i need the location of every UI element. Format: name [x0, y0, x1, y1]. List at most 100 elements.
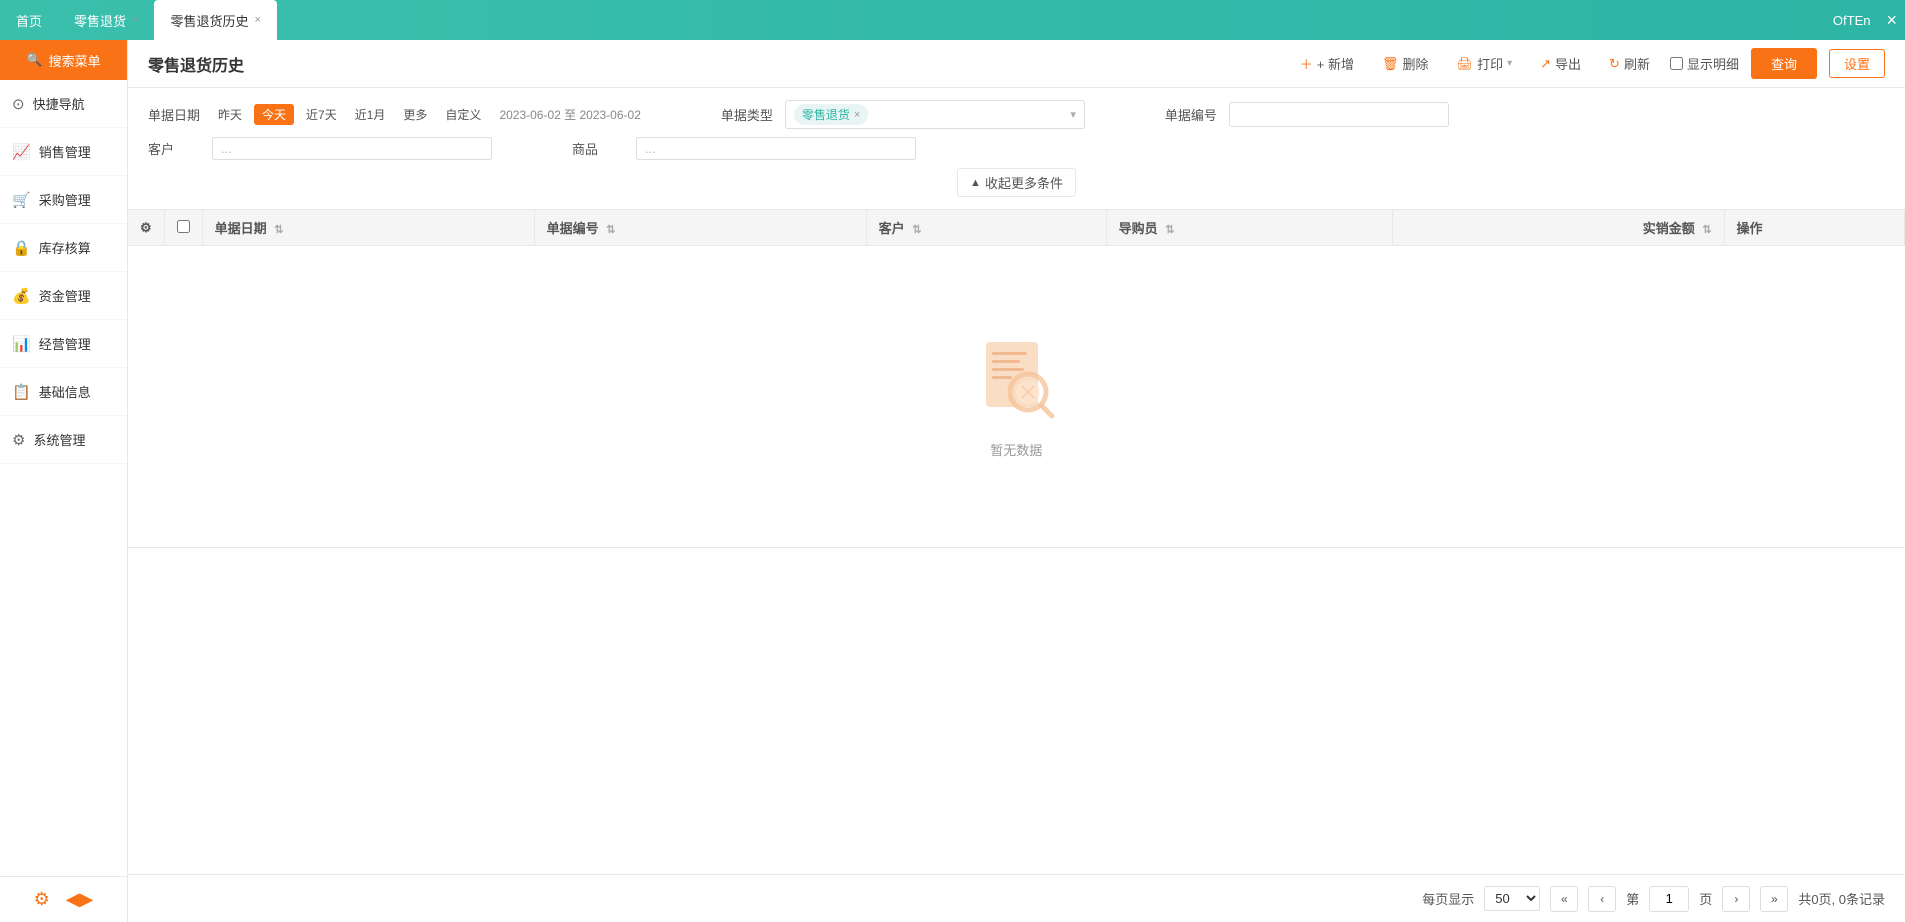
goods-filter-group: 商品 ... — [572, 137, 916, 160]
sidebar-item-system-mgmt[interactable]: ⚙ 系统管理 — [0, 416, 127, 464]
column-settings[interactable]: ⚙ — [128, 210, 164, 246]
main-layout: 🔍 搜索菜单 ⊙ 快捷导航 📈 销售管理 🛒 采购管理 🔒 库存核算 💰 资金管… — [0, 40, 1905, 922]
sidebar-item-finance-mgmt-label: 资金管理 — [39, 286, 91, 305]
col-guide-sort-icon[interactable]: ⇅ — [1165, 224, 1174, 236]
date-range-display: 2023-06-02 至 2023-06-02 — [499, 106, 640, 123]
doc-no-input[interactable] — [1229, 102, 1449, 127]
collapse-button[interactable]: ▲ 收起更多条件 — [957, 168, 1076, 197]
sidebar: 🔍 搜索菜单 ⊙ 快捷导航 📈 销售管理 🛒 采购管理 🔒 库存核算 💰 资金管… — [0, 40, 128, 922]
tab-retail-return-history-label: 零售退货历史 — [170, 11, 248, 30]
current-page-input[interactable] — [1649, 886, 1689, 912]
table-area: ⚙ 单据日期 ⇅ 单据编号 ⇅ — [128, 210, 1905, 874]
prev-page-button[interactable]: ‹ — [1588, 886, 1616, 912]
refresh-label: 刷新 — [1624, 54, 1650, 73]
query-button[interactable]: 查询 — [1751, 48, 1817, 79]
sidebar-item-purchase-mgmt[interactable]: 🛒 采购管理 — [0, 176, 127, 224]
delete-icon: 🗑 — [1382, 56, 1399, 72]
sidebar-item-sales-mgmt[interactable]: 📈 销售管理 — [0, 128, 127, 176]
date-option-custom[interactable]: 自定义 — [439, 104, 487, 125]
doc-type-tag-close[interactable]: × — [854, 109, 860, 121]
sidebar-item-quick-nav[interactable]: ⊙ 快捷导航 — [0, 80, 127, 128]
refresh-button[interactable]: ↻ 刷新 — [1601, 50, 1658, 77]
next-page-icon: › — [1734, 892, 1738, 906]
date-option-yesterday[interactable]: 昨天 — [212, 104, 248, 125]
customer-filter-group: 客户 ... — [148, 137, 492, 160]
tab-home[interactable]: 首页 — [0, 0, 58, 40]
empty-state-cell: 暂无数据 — [128, 246, 1905, 548]
settings-bottom-icon[interactable]: ⚙ — [34, 889, 50, 910]
customer-placeholder: ... — [221, 141, 232, 156]
search-icon: 🔍 — [26, 52, 42, 68]
collapse-row: ▲ 收起更多条件 — [148, 168, 1885, 197]
first-page-button[interactable]: « — [1550, 886, 1578, 912]
brand-text: OfTEn — [1833, 13, 1871, 28]
settings-button[interactable]: 设置 — [1829, 49, 1885, 78]
topbar-brand: OfTEn — [1833, 13, 1871, 28]
total-records-text: 共0页, 0条记录 — [1798, 889, 1885, 908]
sidebar-item-finance-mgmt[interactable]: 💰 资金管理 — [0, 272, 127, 320]
doc-no-filter-group: 单据编号 — [1165, 102, 1449, 127]
doc-type-select[interactable]: 零售退货 × ▾ — [785, 100, 1085, 129]
tab-retail-return[interactable]: 零售退货 × — [58, 0, 154, 40]
col-actual-amount-sort-icon[interactable]: ⇅ — [1702, 224, 1711, 236]
print-button[interactable]: 🖨 打印 ▾ — [1449, 50, 1521, 77]
sidebar-item-operation-mgmt[interactable]: 📊 经营管理 — [0, 320, 127, 368]
sidebar-search[interactable]: 🔍 搜索菜单 — [0, 40, 127, 80]
date-option-1month[interactable]: 近1月 — [349, 104, 392, 125]
table-header-row: ⚙ 单据日期 ⇅ 单据编号 ⇅ — [128, 210, 1905, 246]
table-settings-icon[interactable]: ⚙ — [140, 220, 152, 235]
col-doc-no-sort-icon[interactable]: ⇅ — [606, 224, 615, 236]
select-all-checkbox[interactable] — [177, 220, 190, 233]
date-option-today[interactable]: 今天 — [254, 104, 294, 125]
filter-row-2: 客户 ... 商品 ... — [148, 137, 1885, 160]
print-label: 打印 — [1477, 54, 1503, 73]
customer-label: 客户 — [148, 139, 204, 158]
table-body: 暂无数据 — [128, 246, 1905, 548]
page-size-label: 每页显示 — [1422, 889, 1474, 908]
prev-page-icon: ‹ — [1600, 892, 1604, 906]
refresh-icon: ↻ — [1609, 56, 1620, 72]
inventory-icon: 🔒 — [12, 239, 31, 257]
next-page-button[interactable]: › — [1722, 886, 1750, 912]
date-option-more[interactable]: 更多 — [397, 104, 433, 125]
page-header: 零售退货历史 ＋ + 新增 🗑 删除 🖨 打印 ▾ ↗ 导出 — [128, 40, 1905, 88]
empty-state-icon — [966, 334, 1066, 424]
col-doc-date-sort-icon[interactable]: ⇅ — [274, 224, 283, 236]
basic-info-icon: 📋 — [12, 383, 31, 401]
close-tab-retail-return[interactable]: × — [132, 14, 138, 26]
page-size-select[interactable]: 10 20 50 100 — [1484, 886, 1540, 911]
table-header: ⚙ 单据日期 ⇅ 单据编号 ⇅ — [128, 210, 1905, 246]
column-checkbox[interactable] — [164, 210, 202, 246]
window-close-button[interactable]: × — [1886, 10, 1897, 31]
doc-type-label: 单据类型 — [721, 105, 777, 124]
date-option-7days[interactable]: 近7天 — [300, 104, 343, 125]
export-button[interactable]: ↗ 导出 — [1532, 50, 1589, 77]
col-customer-sort-icon[interactable]: ⇅ — [912, 224, 921, 236]
close-tab-retail-return-history[interactable]: × — [254, 14, 260, 26]
date-options: 昨天 今天 近7天 近1月 更多 自定义 — [212, 104, 487, 125]
audio-bottom-icon[interactable]: ◀▶ — [66, 889, 94, 910]
date-filter-label: 单据日期 — [148, 105, 204, 124]
tab-retail-return-history[interactable]: 零售退货历史 × — [154, 0, 276, 40]
collapse-label: 收起更多条件 — [985, 173, 1063, 192]
delete-button[interactable]: 🗑 删除 — [1374, 50, 1437, 77]
last-page-button[interactable]: » — [1760, 886, 1788, 912]
show-detail-wrapper[interactable]: 显示明细 — [1670, 54, 1739, 73]
print-chevron-icon: ▾ — [1507, 58, 1512, 69]
sidebar-item-inventory[interactable]: 🔒 库存核算 — [0, 224, 127, 272]
new-button[interactable]: ＋ + 新增 — [1292, 50, 1362, 77]
customer-select[interactable]: ... — [212, 137, 492, 160]
column-doc-no: 单据编号 ⇅ — [534, 210, 866, 246]
date-filter-group: 单据日期 昨天 今天 近7天 近1月 更多 自定义 2023-06-02 至 2… — [148, 104, 641, 125]
goods-select[interactable]: ... — [636, 137, 916, 160]
sidebar-item-basic-info[interactable]: 📋 基础信息 — [0, 368, 127, 416]
quick-nav-icon: ⊙ — [12, 95, 25, 113]
show-detail-checkbox[interactable] — [1670, 57, 1683, 70]
system-mgmt-icon: ⚙ — [12, 431, 25, 449]
collapse-icon: ▲ — [970, 177, 981, 189]
delete-label: 删除 — [1403, 54, 1429, 73]
col-guide-label: 导购员 — [1119, 221, 1158, 236]
col-doc-date-label: 单据日期 — [215, 221, 267, 236]
col-actual-amount-label: 实销金额 — [1643, 221, 1695, 236]
column-guide: 导购员 ⇅ — [1106, 210, 1392, 246]
